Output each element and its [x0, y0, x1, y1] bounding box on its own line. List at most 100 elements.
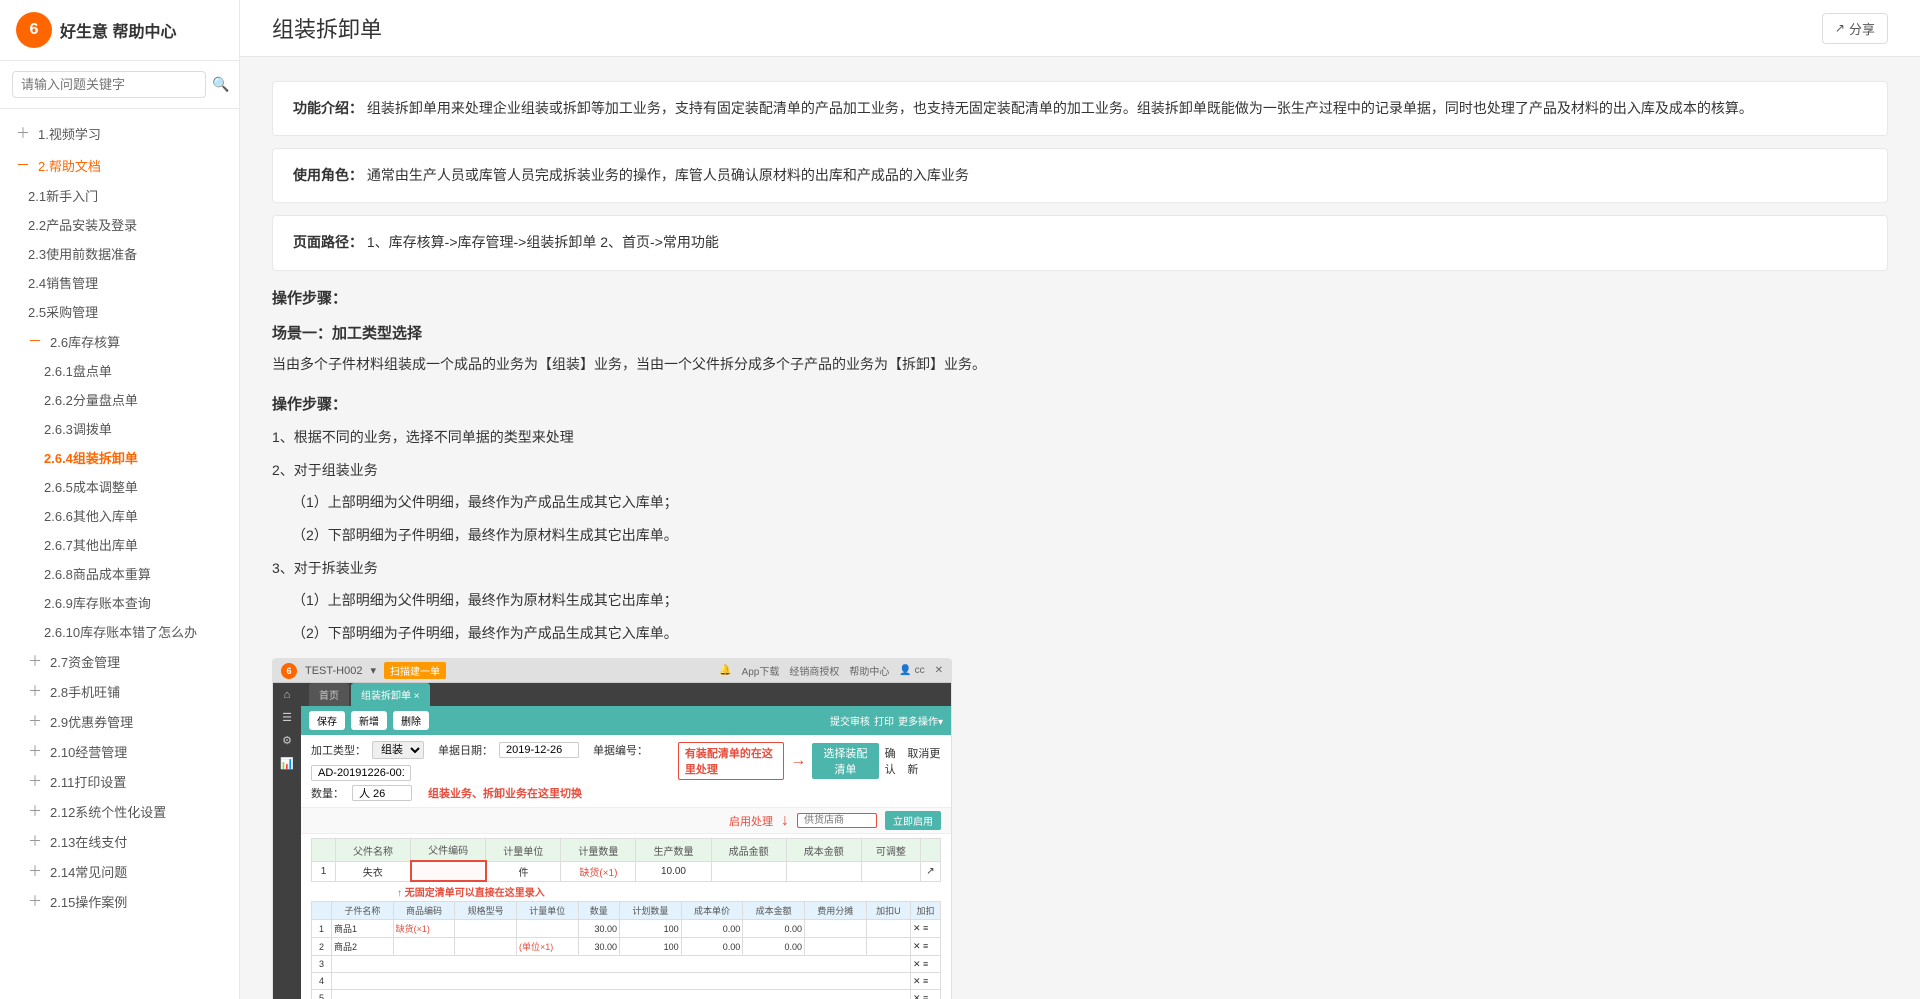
- save-btn[interactable]: 保存: [309, 711, 345, 730]
- tab-bar: 首页 组装拆卸单 ×: [301, 683, 951, 706]
- form-date-input[interactable]: [499, 742, 579, 758]
- sidebar-item-stockcheck[interactable]: 2.6.1盘点单: [44, 356, 239, 385]
- plus-icon: ＋: [28, 741, 42, 761]
- select-bom-btn[interactable]: 选择装配清单: [812, 743, 878, 779]
- sidebar-item-otherin[interactable]: 2.6.6其他入库单: [44, 501, 239, 530]
- sidebar-item-costadjust[interactable]: 2.6.5成本调整单: [44, 472, 239, 501]
- tools-icon: ⚙: [282, 734, 292, 747]
- intro-text: 组装拆卸单用来处理企业组装或拆卸等加工业务，支持有固定装配清单的产品加工业务，也…: [367, 100, 1753, 116]
- print-label: 打印: [874, 713, 894, 728]
- step3-sub: （1）上部明细为父件明细，最终作为原材料生成其它出库单； （2）下部明细为子件明…: [292, 587, 1888, 646]
- share-button[interactable]: ↗ 分享: [1822, 13, 1888, 44]
- sidebar-item-sales[interactable]: 2.4销售管理: [28, 268, 239, 297]
- supplier-input[interactable]: [797, 813, 877, 828]
- sidebar-item-stocksplit[interactable]: 2.6.2分量盘点单: [44, 385, 239, 414]
- ltd-code: 缺货(×1): [393, 920, 455, 938]
- plus-icon: ＋: [28, 711, 42, 731]
- sidebar-item-print[interactable]: ＋ 2.11打印设置: [28, 766, 239, 796]
- nav-list: ＋ 1.视频学习 － 2.帮助文档 2.1新手入门 2.2产品安装及登录 2.3…: [0, 109, 239, 999]
- table-row: 1 失衣 件 缺货(×1) 10.00 ↗: [312, 861, 941, 881]
- sidebar-item-custom[interactable]: ＋ 2.12系统个性化设置: [28, 796, 239, 826]
- main-content: 组装拆卸单 ↗ 分享 功能介绍： 组装拆卸单用来处理企业组装或拆卸等加工业务，支…: [240, 0, 1920, 999]
- tab-assembly[interactable]: 组装拆卸单 ×: [351, 683, 430, 706]
- sidebar-item-otherout[interactable]: 2.6.7其他出库单: [44, 530, 239, 559]
- sidebar-item-label: 2.15操作案例: [50, 892, 127, 911]
- enable-btn[interactable]: 立即启用: [885, 811, 941, 830]
- role-box: 使用角色： 通常由生产人员或库管人员完成拆装业务的操作，库管人员确认原材料的出库…: [272, 148, 1888, 203]
- role-label: 使用角色：: [293, 167, 363, 183]
- form-area: 加工类型： 组装 单据日期： 单据编号： 有装配清单的在这里处理: [301, 735, 951, 808]
- new-btn[interactable]: 新增: [351, 711, 387, 730]
- search-input[interactable]: [12, 71, 206, 98]
- help-center: 帮助中心: [849, 663, 889, 678]
- ltd-alloc: [804, 920, 866, 938]
- th-qty: 计量数量: [561, 839, 636, 862]
- sidebar-item-purchase[interactable]: 2.5采购管理: [28, 297, 239, 326]
- delete-btn[interactable]: 删除: [393, 711, 429, 730]
- ltd-unit-cost: 0.00: [681, 938, 743, 956]
- sidebar-item-finance[interactable]: ＋ 2.7资金管理: [28, 646, 239, 676]
- ltd-spec: [455, 920, 517, 938]
- sidebar-item-label: 2.8手机旺铺: [50, 682, 120, 701]
- sidebar-item-docs[interactable]: － 2.帮助文档: [0, 149, 239, 181]
- step3: 3、对于拆装业务: [272, 555, 1888, 582]
- scene1-title: 场景一：加工类型选择: [272, 322, 1888, 343]
- form-no-label: 单据编号：: [593, 742, 648, 758]
- sidebar-item-label: 2.帮助文档: [38, 156, 101, 175]
- sidebar-item-install[interactable]: 2.2产品安装及登录: [28, 210, 239, 239]
- sidebar-item-label: 2.6.2分量盘点单: [44, 390, 138, 409]
- ltd-alloc: [804, 938, 866, 956]
- screenshot-titlebar: 6 TEST-H002 ▾ 扫描建一单 🔔 App下载 经销商授权 帮助中心 👤…: [273, 659, 951, 683]
- sidebar-item-label: 2.6.4组装拆卸单: [44, 448, 138, 467]
- ltd-code: [393, 938, 455, 956]
- ltd-num: 4: [312, 973, 332, 990]
- app-body: ⌂ ☰ ⚙ 📊 首页 组装拆卸单 × 保存 新增: [273, 683, 951, 999]
- sidebar-item-stockquery[interactable]: 2.6.9库存账本查询: [44, 588, 239, 617]
- sidebar-item-label: 2.3使用前数据准备: [28, 244, 137, 263]
- ltd-cost-amt: 0.00: [743, 938, 805, 956]
- td-op: ↗: [921, 861, 941, 881]
- th-unit: 计量单位: [486, 839, 561, 862]
- sidebar-item-costcalc[interactable]: 2.6.8商品成本重算: [44, 559, 239, 588]
- lth-op: 加扣: [911, 902, 941, 920]
- sidebar-item-payment[interactable]: ＋ 2.13在线支付: [28, 826, 239, 856]
- form-qty-input[interactable]: [352, 785, 412, 801]
- ltd-op: ✕ ≡: [911, 920, 941, 938]
- form-no-input[interactable]: [311, 765, 411, 781]
- sidebar: 6 好生意 帮助中心 🔍 ＋ 1.视频学习 － 2.帮助文档 2.1新手入门 2…: [0, 0, 240, 999]
- path-label: 页面路径：: [293, 234, 363, 250]
- form-date-label: 单据日期：: [438, 742, 493, 758]
- sidebar-item-new[interactable]: 2.1新手入门: [28, 181, 239, 210]
- sidebar-item-inventory[interactable]: － 2.6库存核算: [28, 326, 239, 356]
- sidebar-item-label: 2.6.8商品成本重算: [44, 564, 151, 583]
- sidebar-item-faq[interactable]: ＋ 2.14常见问题: [28, 856, 239, 886]
- ltd-num: 2: [312, 938, 332, 956]
- sidebar-item-adjust[interactable]: 2.6.3调拨单: [44, 414, 239, 443]
- step2: 2、对于组装业务: [272, 457, 1888, 484]
- step2-sub: （1）上部明细为父件明细，最终作为产成品生成其它入库单； （2）下部明细为子件明…: [292, 489, 1888, 548]
- th-num: [312, 839, 336, 862]
- tab-home[interactable]: 首页: [309, 683, 349, 706]
- user-avatar: 👤 cc: [899, 665, 924, 676]
- sidebar-item-coupon[interactable]: ＋ 2.9优惠券管理: [28, 706, 239, 736]
- lower-table-row: 5 ✕ ≡: [312, 990, 941, 999]
- plus-icon: ＋: [28, 861, 42, 881]
- ltd-cost-amt: 0.00: [743, 920, 805, 938]
- sidebar-item-stockerror[interactable]: 2.6.10库存账本错了怎么办: [44, 617, 239, 646]
- step3-2: （2）下部明细为子件明细，最终作为产成品生成其它入库单。: [292, 620, 1888, 647]
- sidebar-item-prepare[interactable]: 2.3使用前数据准备: [28, 239, 239, 268]
- sidebar-item-ops[interactable]: ＋ 2.10经营管理: [28, 736, 239, 766]
- share-icon: ↗: [1835, 21, 1845, 35]
- step2-1: （1）上部明细为父件明细，最终作为产成品生成其它入库单；: [292, 489, 1888, 516]
- sidebar-item-video[interactable]: ＋ 1.视频学习: [0, 117, 239, 149]
- ltd-qty: 30.00: [578, 938, 619, 956]
- sidebar-item-cases[interactable]: ＋ 2.15操作案例: [28, 886, 239, 916]
- search-icon[interactable]: 🔍: [212, 76, 229, 93]
- form-type-select[interactable]: 组装: [372, 741, 424, 759]
- form-qty-label: 数量：: [311, 785, 344, 801]
- th-cost-amt: 成本金额: [786, 839, 861, 862]
- td-num: 1: [312, 861, 336, 881]
- sidebar-item-assembly[interactable]: 2.6.4组装拆卸单: [44, 443, 239, 472]
- sidebar-item-mobile[interactable]: ＋ 2.8手机旺铺: [28, 676, 239, 706]
- sidebar-item-label: 2.12系统个性化设置: [50, 802, 166, 821]
